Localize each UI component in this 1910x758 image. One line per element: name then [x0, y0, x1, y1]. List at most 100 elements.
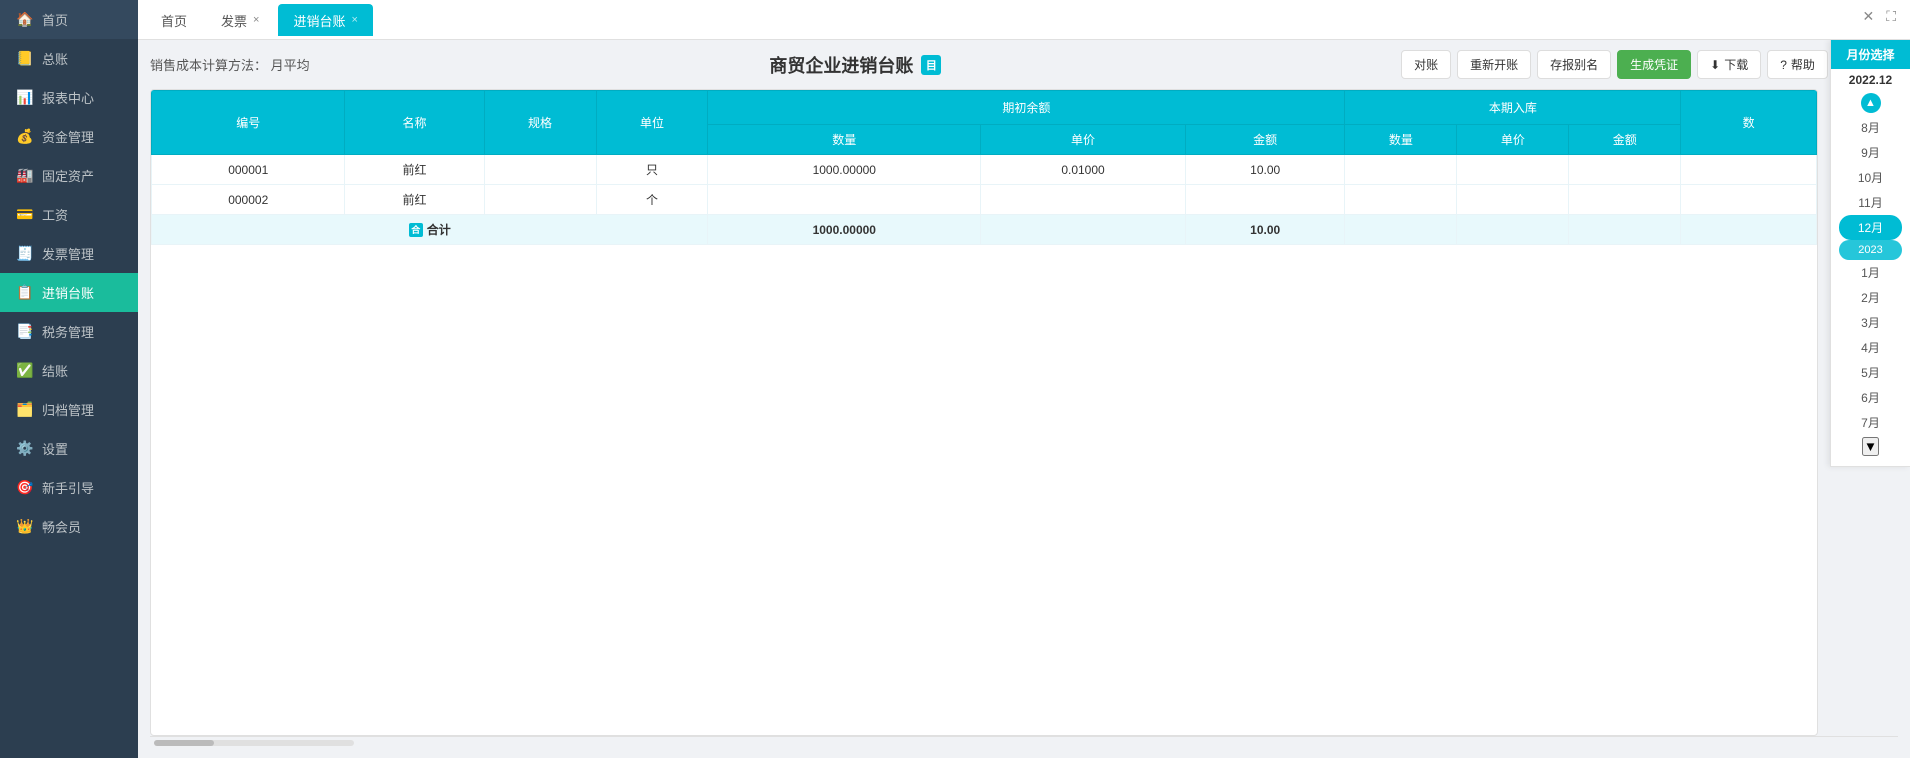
download-icon: ⬇: [1710, 58, 1720, 72]
col-header-beginning-balance: 期初余额: [708, 91, 1345, 125]
sidebar-item-payroll[interactable]: 💳 工资: [0, 195, 138, 234]
col-header-name: 名称: [345, 91, 484, 155]
month-item-6[interactable]: 6月: [1831, 385, 1898, 410]
sidebar-item-label: 畅会员: [42, 517, 81, 536]
sidebar-item-label: 首页: [42, 10, 68, 29]
year-badge-2023: 2023: [1839, 240, 1898, 260]
sidebar-item-label: 新手引导: [42, 478, 94, 497]
tab-invoice-close[interactable]: ×: [253, 14, 259, 26]
cell-name: 前红: [345, 155, 484, 185]
tab-home[interactable]: 首页: [146, 4, 202, 36]
sidebar-item-label: 税务管理: [42, 322, 94, 341]
sidebar: 🏠 首页 📒 总账 📊 报表中心 💰 资金管理 🏭 固定资产 💳 工资 🧾 发票…: [0, 0, 138, 758]
window-controls: ✕ ⛶: [1848, 0, 1910, 33]
table-row[interactable]: 000002 前红 个: [152, 185, 1817, 215]
sidebar-item-tax-management[interactable]: 📑 税务管理: [0, 312, 138, 351]
membership-icon: 👑: [16, 518, 34, 535]
month-item-8[interactable]: 8月: [1831, 115, 1898, 140]
month-item-1[interactable]: 1月: [1831, 260, 1898, 285]
sidebar-item-home[interactable]: 🏠 首页: [0, 0, 138, 39]
data-table: 编号 名称 规格 单位 期初余额 本期入库 数 数量 单价 金额 数: [151, 90, 1817, 245]
subheader-amount-in: 金额: [1569, 125, 1681, 155]
cell-spec: [484, 155, 596, 185]
sidebar-item-settings[interactable]: ⚙️ 设置: [0, 429, 138, 468]
sidebar-item-general-ledger[interactable]: 📒 总账: [0, 39, 138, 78]
total-icon: 合: [409, 223, 423, 237]
tax-icon: 📑: [16, 323, 34, 340]
sidebar-item-label: 归档管理: [42, 400, 94, 419]
tab-invoice[interactable]: 发票 ×: [206, 4, 274, 36]
table-row[interactable]: 000001 前红 只 1000.00000 0.01000 10.00: [152, 155, 1817, 185]
sidebar-item-membership[interactable]: 👑 畅会员: [0, 507, 138, 546]
month-picker-down-button[interactable]: ▼: [1862, 437, 1879, 456]
month-item-9[interactable]: 9月: [1831, 140, 1898, 165]
generate-voucher-button[interactable]: 生成凭证: [1617, 50, 1691, 79]
subheader-qty-in: 数量: [1345, 125, 1457, 155]
sidebar-item-purchase-sales[interactable]: 📋 进销台账: [0, 273, 138, 312]
col-header-spec: 规格: [484, 91, 596, 155]
sidebar-item-label: 发票管理: [42, 244, 94, 263]
save-alias-button[interactable]: 存报别名: [1537, 50, 1611, 79]
download-button[interactable]: ⬇ 下载: [1697, 50, 1761, 79]
sidebar-item-invoice-management[interactable]: 🧾 发票管理: [0, 234, 138, 273]
bottom-scrollbar[interactable]: [150, 736, 1898, 748]
cell-price-in: [1457, 155, 1569, 185]
cell-price-begin: 0.01000: [981, 155, 1186, 185]
sidebar-item-label: 总账: [42, 49, 68, 68]
total-qty-begin: 1000.00000: [708, 215, 981, 245]
reconcile-button[interactable]: 对账: [1401, 50, 1451, 79]
help-icon: ?: [1780, 58, 1787, 72]
total-amount-begin: 10.00: [1185, 215, 1344, 245]
maximize-button[interactable]: ⛶: [1882, 6, 1900, 27]
cell-amount-begin: [1185, 185, 1344, 215]
sidebar-item-fixed-assets[interactable]: 🏭 固定资产: [0, 156, 138, 195]
subheader-price-begin: 单价: [981, 125, 1186, 155]
help-button[interactable]: ? 帮助: [1767, 50, 1828, 79]
sidebar-item-checkout[interactable]: ✅ 结账: [0, 351, 138, 390]
reopen-button[interactable]: 重新开账: [1457, 50, 1531, 79]
month-item-12[interactable]: 12月: [1839, 215, 1898, 240]
fixed-assets-icon: 🏭: [16, 167, 34, 184]
tab-purchase-sales[interactable]: 进销台账 ×: [278, 4, 372, 36]
month-item-10[interactable]: 10月: [1831, 165, 1898, 190]
month-item-11[interactable]: 11月: [1831, 190, 1898, 215]
guide-icon: 🎯: [16, 479, 34, 496]
total-label-text: 合计: [427, 221, 451, 238]
home-icon: 🏠: [16, 11, 34, 28]
sidebar-item-newbie-guide[interactable]: 🎯 新手引导: [0, 468, 138, 507]
scroll-thumb: [154, 740, 214, 746]
tab-purchase-sales-close[interactable]: ×: [351, 14, 357, 26]
cell-amount-in: [1569, 185, 1681, 215]
month-picker-up-button[interactable]: ▲: [1861, 93, 1881, 113]
subheader-qty-begin: 数量: [708, 125, 981, 155]
month-item-2[interactable]: 2月: [1831, 285, 1898, 310]
sidebar-item-label: 资金管理: [42, 127, 94, 146]
sidebar-item-label: 结账: [42, 361, 68, 380]
col-header-extra: 数: [1681, 91, 1817, 155]
sidebar-item-reports[interactable]: 📊 报表中心: [0, 78, 138, 117]
cell-code: 000001: [152, 155, 345, 185]
sidebar-item-fund-management[interactable]: 💰 资金管理: [0, 117, 138, 156]
sidebar-item-archive-management[interactable]: 🗂️ 归档管理: [0, 390, 138, 429]
month-item-4[interactable]: 4月: [1831, 335, 1898, 360]
cell-unit: 只: [596, 155, 708, 185]
cell-amount-in: [1569, 155, 1681, 185]
month-item-5[interactable]: 5月: [1831, 360, 1898, 385]
total-qty-in: [1345, 215, 1457, 245]
month-item-7[interactable]: 7月: [1831, 410, 1898, 435]
cell-spec: [484, 185, 596, 215]
col-header-inbound: 本期入库: [1345, 91, 1681, 125]
page-title-area: 商贸企业进销台账 目: [769, 52, 941, 78]
purchase-sales-icon: 📋: [16, 284, 34, 301]
sidebar-item-label: 工资: [42, 205, 68, 224]
cell-unit: 个: [596, 185, 708, 215]
reconcile-label: 对账: [1414, 56, 1438, 73]
sidebar-item-label: 固定资产: [42, 166, 94, 185]
close-button[interactable]: ✕: [1858, 6, 1878, 27]
cell-extra: [1681, 155, 1817, 185]
month-item-3[interactable]: 3月: [1831, 310, 1898, 335]
generate-voucher-label: 生成凭证: [1630, 56, 1678, 73]
month-picker-down: ▼: [1831, 435, 1898, 458]
toolbar-buttons: 对账 重新开账 存报别名 生成凭证 ⬇ 下载 ? 帮助: [1401, 50, 1898, 79]
subheader-amount-begin: 金额: [1185, 125, 1344, 155]
